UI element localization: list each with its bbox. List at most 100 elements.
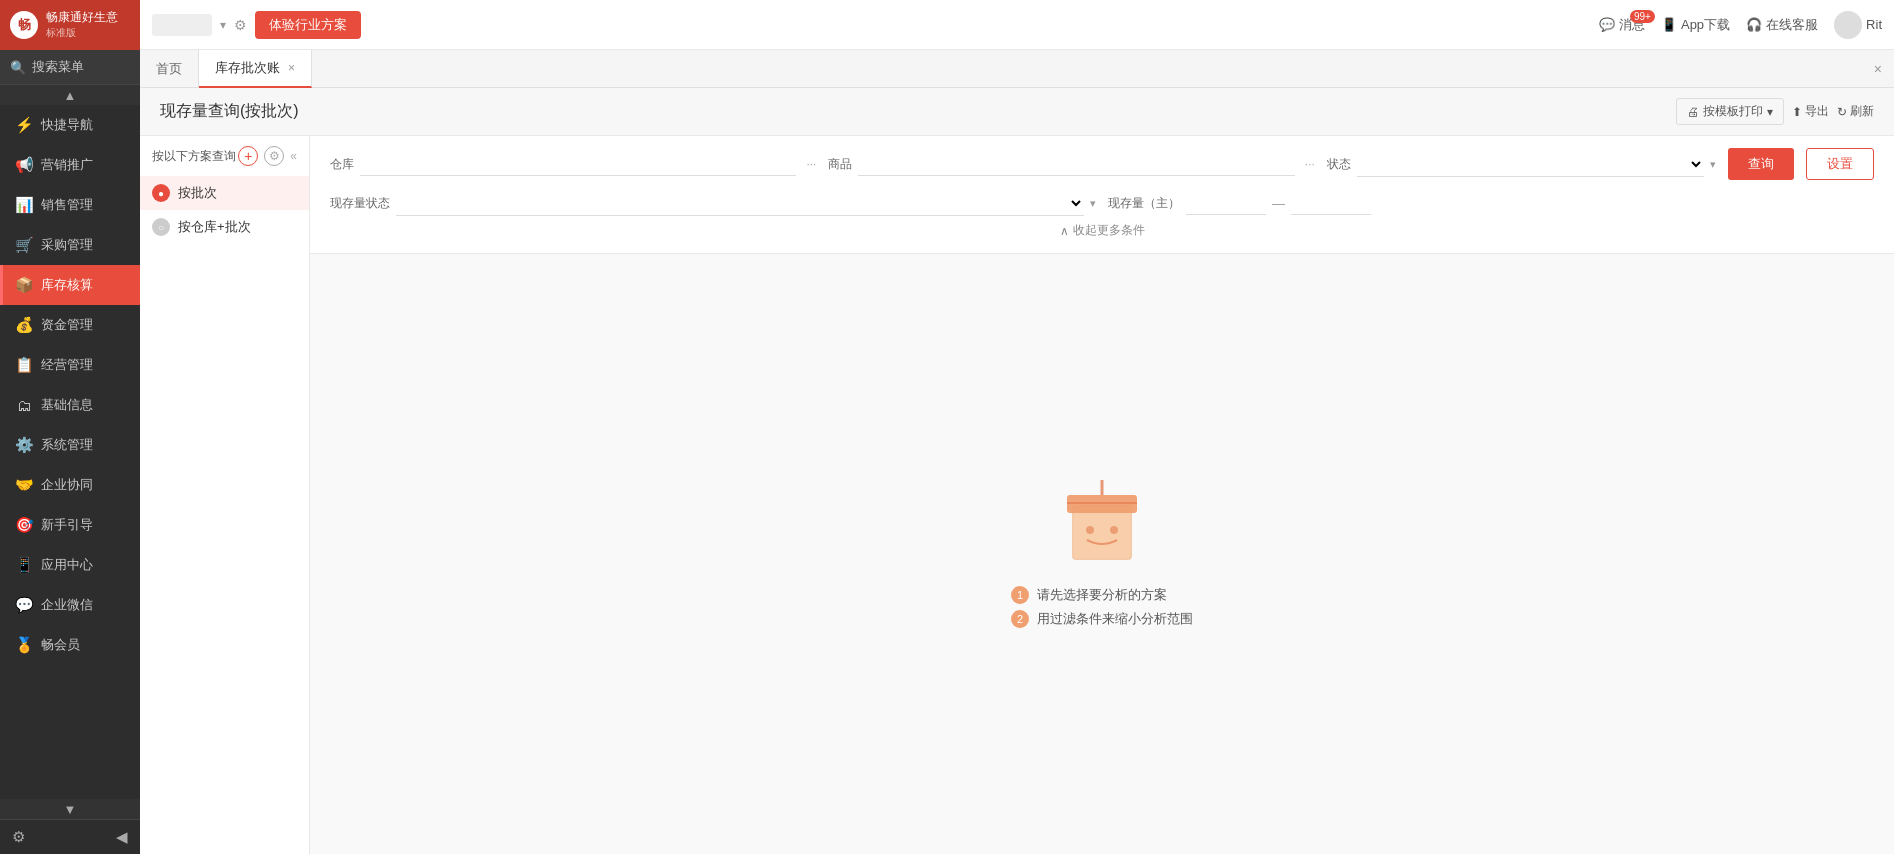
template-print-btn[interactable]: 🖨 按模板打印 ▾ <box>1676 98 1784 125</box>
headset-icon: 🎧 <box>1746 17 1762 32</box>
empty-hints: 1 请先选择要分析的方案 2 用过滤条件来缩小分析范围 <box>1011 586 1193 628</box>
app-logo: 畅 <box>10 11 38 39</box>
trial-button[interactable]: 体验行业方案 <box>255 11 361 39</box>
scroll-down-btn[interactable]: ▼ <box>0 799 140 819</box>
sidebar-item-inventory[interactable]: 📦 库存核算 <box>0 265 140 305</box>
sidebar-nav: ⚡ 快捷导航 📢 营销推广 📊 销售管理 🛒 采购管理 📦 库存核算 💰 资金管… <box>0 105 140 799</box>
sidebar-item-label: 库存核算 <box>41 276 93 294</box>
sidebar-item-label: 企业协同 <box>41 476 93 494</box>
printer-icon: 🖨 <box>1687 105 1699 119</box>
export-btn[interactable]: ⬆ 导出 <box>1792 103 1829 120</box>
filter-row-2: 现存量状态 ▾ 现存量（主） — <box>330 190 1874 216</box>
tabbar: 首页 库存批次账 × × <box>140 50 1894 88</box>
product-input[interactable] <box>858 152 1294 176</box>
online-support-label: 在线客服 <box>1766 16 1818 34</box>
panel-items: ● 按批次 ○ 按仓库+批次 <box>140 172 309 248</box>
app-download-btn[interactable]: 📱 App下载 <box>1661 16 1730 34</box>
sidebar-item-label: 采购管理 <box>41 236 93 254</box>
dropdown-icon[interactable]: ▾ <box>220 18 226 32</box>
empty-illustration <box>1052 480 1152 570</box>
basics-icon: 🗂 <box>15 397 33 414</box>
message-icon: 💬 <box>1599 17 1615 32</box>
dropdown-inv-status-icon: ▾ <box>1090 197 1096 210</box>
purchase-icon: 🛒 <box>15 236 33 254</box>
status-select[interactable] <box>1357 151 1704 177</box>
warehouse-input[interactable] <box>360 152 796 176</box>
breadcrumb <box>152 14 212 36</box>
sidebar-item-wechat[interactable]: 💬 企业微信 <box>0 585 140 625</box>
query-btn[interactable]: 查询 <box>1728 148 1794 180</box>
sidebar-item-enterprise[interactable]: 🤝 企业协同 <box>0 465 140 505</box>
hint-1-text: 请先选择要分析的方案 <box>1037 586 1167 604</box>
sidebar-item-label: 销售管理 <box>41 196 93 214</box>
inventory-qty-from[interactable] <box>1186 191 1266 215</box>
sidebar-item-label: 基础信息 <box>41 396 93 414</box>
collapse-icon: ∧ <box>1060 224 1069 238</box>
svg-point-4 <box>1110 526 1118 534</box>
empty-hint-1: 1 请先选择要分析的方案 <box>1011 586 1193 604</box>
warehouse-filter: 仓库 ··· <box>330 152 816 176</box>
panel-settings-btn[interactable]: ⚙ <box>264 146 284 166</box>
sidebar-item-member[interactable]: 🏅 畅会员 <box>0 625 140 665</box>
empty-svg <box>1052 480 1152 570</box>
warehouse-more-btn[interactable]: ··· <box>806 157 816 171</box>
inventory-qty-to[interactable] <box>1291 191 1371 215</box>
tab-close-icon[interactable]: × <box>288 61 295 75</box>
user-area[interactable]: Rit <box>1834 11 1882 39</box>
newbie-icon: 🎯 <box>15 516 33 534</box>
tab-home-label: 首页 <box>156 60 182 78</box>
topbar-settings-icon[interactable]: ⚙ <box>234 17 247 33</box>
sidebar-item-apps[interactable]: 📱 应用中心 <box>0 545 140 585</box>
product-more-btn[interactable]: ··· <box>1305 157 1315 171</box>
dropdown-status-icon: ▾ <box>1710 158 1716 171</box>
app-company: 畅康通好生意 <box>46 10 118 26</box>
panel-item-by-warehouse-batch[interactable]: ○ 按仓库+批次 <box>140 210 309 244</box>
sidebar-item-purchase[interactable]: 🛒 采购管理 <box>0 225 140 265</box>
refresh-btn[interactable]: ↻ 刷新 <box>1837 103 1874 120</box>
apps-icon: 📱 <box>15 556 33 574</box>
page-header: 现存量查询(按批次) 🖨 按模板打印 ▾ ⬆ 导出 ↻ 刷新 <box>140 88 1894 136</box>
sidebar-item-shortcuts[interactable]: ⚡ 快捷导航 <box>0 105 140 145</box>
filter-settings-btn[interactable]: 设置 <box>1806 148 1874 180</box>
hint-2-text: 用过滤条件来缩小分析范围 <box>1037 610 1193 628</box>
sidebar-item-basics[interactable]: 🗂 基础信息 <box>0 385 140 425</box>
panel-add-btn[interactable]: + <box>238 146 258 166</box>
panel-collapse-btn[interactable]: « <box>290 149 297 163</box>
app-edition: 标准版 <box>46 26 118 40</box>
page-actions: 🖨 按模板打印 ▾ ⬆ 导出 ↻ 刷新 <box>1676 98 1874 125</box>
inventory-status-select[interactable] <box>396 190 1084 216</box>
username: Rit <box>1866 17 1882 32</box>
app-download-label: App下载 <box>1681 16 1730 34</box>
sidebar-item-label: 经营管理 <box>41 356 93 374</box>
svg-point-3 <box>1086 526 1094 534</box>
sidebar-item-system[interactable]: ⚙️ 系统管理 <box>0 425 140 465</box>
sidebar-item-label: 应用中心 <box>41 556 93 574</box>
filter-row-1: 仓库 ··· 商品 ··· 状态 <box>330 148 1874 180</box>
tab-home[interactable]: 首页 <box>140 50 199 88</box>
content-area: 现存量查询(按批次) 🖨 按模板打印 ▾ ⬆ 导出 ↻ 刷新 <box>140 88 1894 854</box>
tab-extra-close-icon[interactable]: × <box>1874 61 1882 77</box>
inventory-icon: 📦 <box>15 276 33 294</box>
tab-inventory-batch[interactable]: 库存批次账 × <box>199 50 312 88</box>
sidebar-item-label: 企业微信 <box>41 596 93 614</box>
export-icon: ⬆ <box>1792 105 1802 119</box>
scroll-up-btn[interactable]: ▲ <box>0 85 140 105</box>
shortcuts-icon: ⚡ <box>15 116 33 134</box>
wechat-icon: 💬 <box>15 596 33 614</box>
sidebar-item-newbie[interactable]: 🎯 新手引导 <box>0 505 140 545</box>
sidebar-search[interactable]: 🔍 搜索菜单 <box>0 50 140 85</box>
footer-toggle-icon[interactable]: ◀ <box>116 828 128 846</box>
messages-btn[interactable]: 💬 消息 99+ <box>1599 16 1645 34</box>
sidebar-item-marketing[interactable]: 📢 营销推广 <box>0 145 140 185</box>
collapse-more-btn[interactable]: ∧ 收起更多条件 <box>330 216 1874 241</box>
panel-item-by-batch[interactable]: ● 按批次 <box>140 176 309 210</box>
online-support-btn[interactable]: 🎧 在线客服 <box>1746 16 1818 34</box>
topbar: ▾ ⚙ 体验行业方案 💬 消息 99+ 📱 App下载 🎧 在线客服 Rit <box>140 0 1894 50</box>
footer-settings-icon[interactable]: ⚙ <box>12 828 25 846</box>
sidebar-item-sales[interactable]: 📊 销售管理 <box>0 185 140 225</box>
empty-state: 1 请先选择要分析的方案 2 用过滤条件来缩小分析范围 <box>310 254 1894 854</box>
panel-title: 按以下方案查询 <box>152 148 236 165</box>
sidebar-item-label: 快捷导航 <box>41 116 93 134</box>
sidebar-item-operations[interactable]: 📋 经营管理 <box>0 345 140 385</box>
sidebar-item-finance[interactable]: 💰 资金管理 <box>0 305 140 345</box>
